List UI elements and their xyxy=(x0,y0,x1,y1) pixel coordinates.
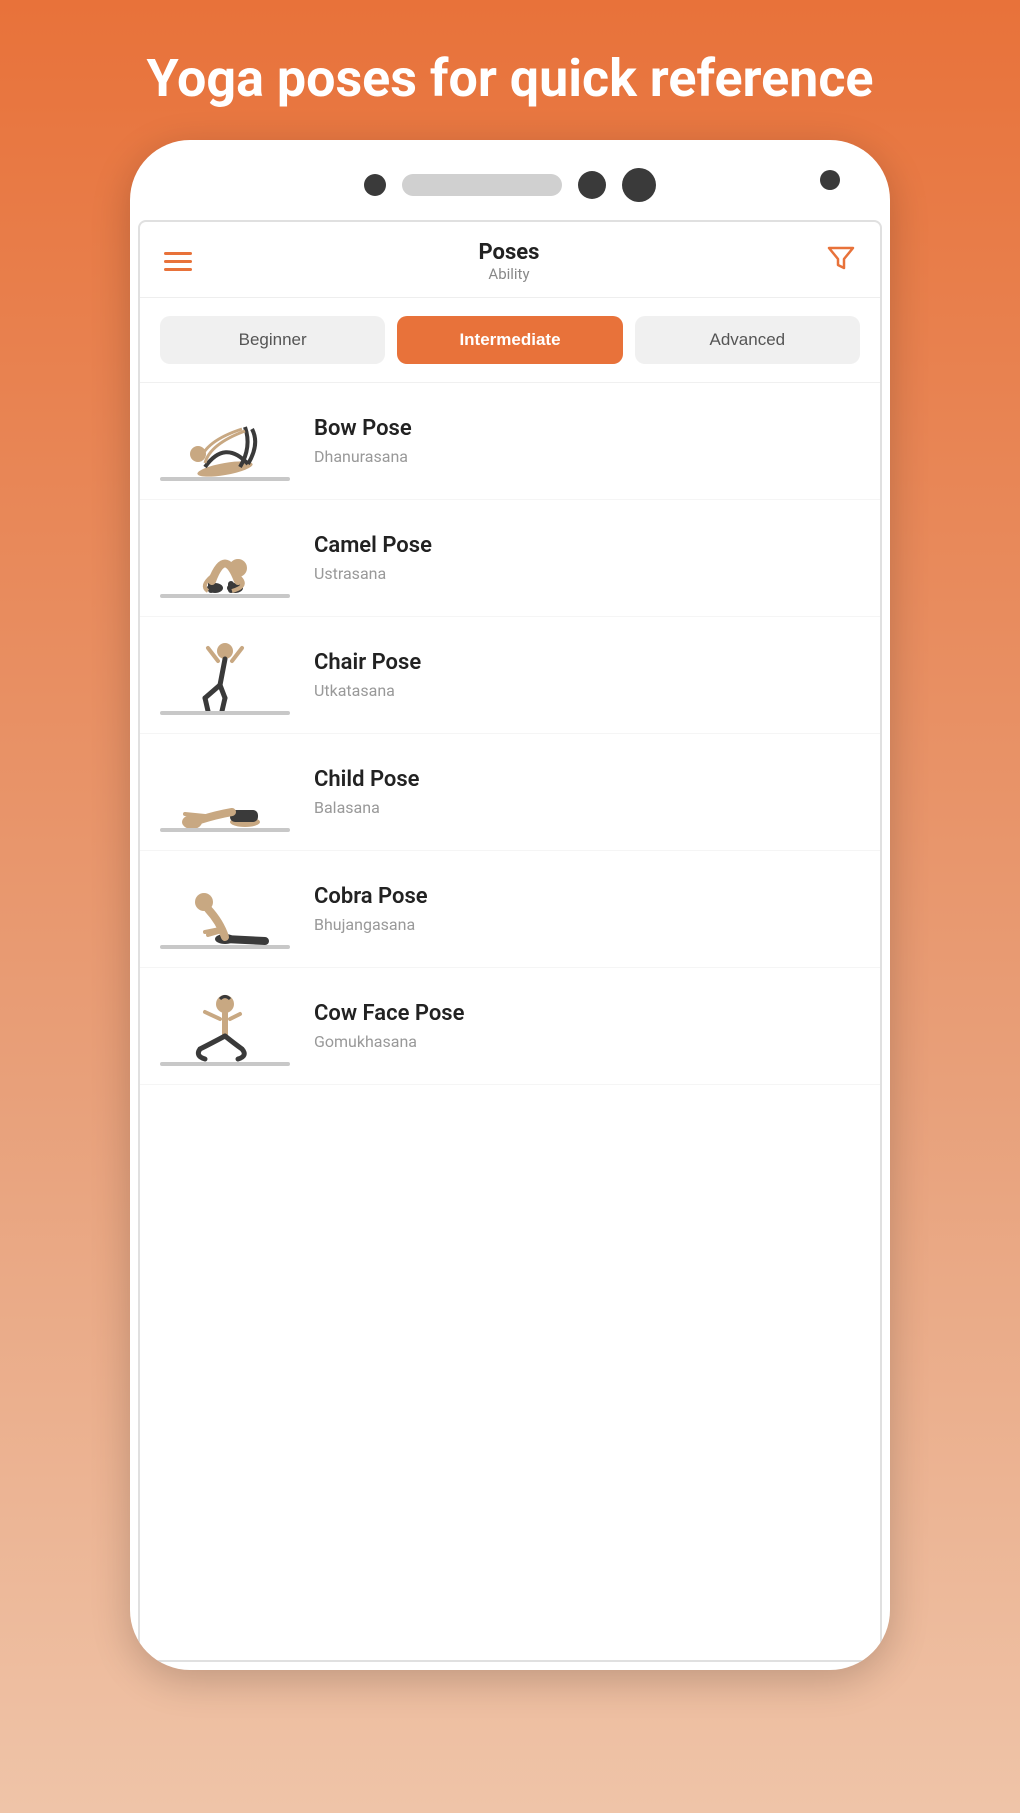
pose-info: Camel Pose Ustrasana xyxy=(314,533,860,583)
pose-name: Cobra Pose xyxy=(314,884,860,909)
pose-image-cobra xyxy=(160,869,290,949)
page-title: Yoga poses for quick reference xyxy=(146,48,873,110)
pose-sanskrit: Dhanurasana xyxy=(314,447,860,466)
pose-info: Cow Face Pose Gomukhasana xyxy=(314,1001,860,1051)
pose-sanskrit: Ustrasana xyxy=(314,564,860,583)
tab-intermediate[interactable]: Intermediate xyxy=(397,316,622,364)
pill-bar xyxy=(402,174,562,196)
pose-name: Cow Face Pose xyxy=(314,1001,860,1026)
list-item[interactable]: Child Pose Balasana xyxy=(140,734,880,851)
pose-name: Camel Pose xyxy=(314,533,860,558)
filter-tabs: Beginner Intermediate Advanced xyxy=(140,298,880,383)
pose-info: Chair Pose Utkatasana xyxy=(314,650,860,700)
dot-right xyxy=(820,170,840,190)
pose-name: Bow Pose xyxy=(314,416,860,441)
pose-sanskrit: Balasana xyxy=(314,798,860,817)
pose-name: Child Pose xyxy=(314,767,860,792)
app-subtitle: Ability xyxy=(479,265,540,283)
list-item[interactable]: Bow Pose Dhanurasana xyxy=(140,383,880,500)
pose-info: Cobra Pose Bhujangasana xyxy=(314,884,860,934)
dot-3 xyxy=(622,168,656,202)
header-title-group: Poses Ability xyxy=(479,240,540,283)
pose-info: Child Pose Balasana xyxy=(314,767,860,817)
list-item[interactable]: Cobra Pose Bhujangasana xyxy=(140,851,880,968)
menu-button[interactable] xyxy=(164,252,192,271)
app-title: Poses xyxy=(479,240,540,265)
pose-list: Bow Pose Dhanurasana xyxy=(140,383,880,1660)
phone-topbar xyxy=(130,140,890,220)
pose-sanskrit: Utkatasana xyxy=(314,681,860,700)
app-screen: Poses Ability Beginner Intermediate Adva… xyxy=(138,220,882,1662)
pose-info: Bow Pose Dhanurasana xyxy=(314,416,860,466)
pose-sanskrit: Gomukhasana xyxy=(314,1032,860,1051)
tab-advanced[interactable]: Advanced xyxy=(635,316,860,364)
pose-name: Chair Pose xyxy=(314,650,860,675)
filter-button[interactable] xyxy=(826,243,856,280)
pose-image-child xyxy=(160,752,290,832)
list-item[interactable]: Camel Pose Ustrasana xyxy=(140,500,880,617)
pose-image-camel xyxy=(160,518,290,598)
list-item[interactable]: Chair Pose Utkatasana xyxy=(140,617,880,734)
list-item[interactable]: Cow Face Pose Gomukhasana xyxy=(140,968,880,1085)
pose-image-cowface xyxy=(160,986,290,1066)
dot-1 xyxy=(364,174,386,196)
phone-device: Poses Ability Beginner Intermediate Adva… xyxy=(130,140,890,1670)
pose-sanskrit: Bhujangasana xyxy=(314,915,860,934)
page-header: Yoga poses for quick reference xyxy=(66,0,953,140)
tab-beginner[interactable]: Beginner xyxy=(160,316,385,364)
dot-2 xyxy=(578,171,606,199)
app-header: Poses Ability xyxy=(140,222,880,298)
pose-image-chair xyxy=(160,635,290,715)
pose-image-bow xyxy=(160,401,290,481)
